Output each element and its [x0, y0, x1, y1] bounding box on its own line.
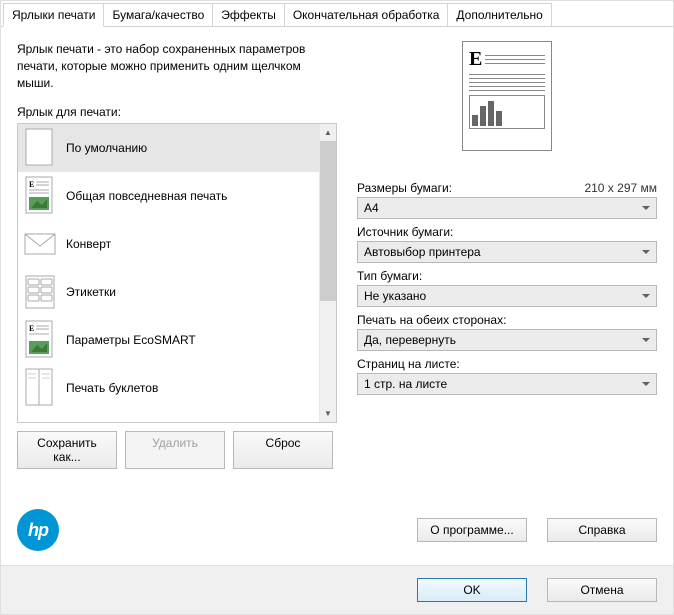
hp-logo-icon: hp — [17, 509, 59, 551]
paper-size-label: Размеры бумаги: — [357, 181, 452, 195]
list-item-label: Конверт — [66, 237, 111, 251]
page-document-icon: E — [24, 176, 56, 216]
save-as-button[interactable]: Сохранить как... — [17, 431, 117, 469]
delete-button: Удалить — [125, 431, 225, 469]
tab-effects[interactable]: Эффекты — [212, 3, 285, 26]
about-button[interactable]: О программе... — [417, 518, 527, 542]
tab-shortcuts[interactable]: Ярлыки печати — [3, 3, 104, 27]
booklet-icon — [24, 368, 56, 408]
tab-paper-quality[interactable]: Бумага/качество — [103, 3, 213, 26]
list-item-default[interactable]: По умолчанию — [18, 124, 336, 172]
paper-size-select[interactable]: A4 — [357, 197, 657, 219]
page-blank-icon — [24, 128, 56, 168]
paper-type-select[interactable]: Не указано — [357, 285, 657, 307]
list-label: Ярлык для печати: — [17, 105, 337, 119]
paper-type-label: Тип бумаги: — [357, 269, 422, 283]
list-item-label: Общая повседневная печать — [66, 189, 227, 203]
paper-source-label: Источник бумаги: — [357, 225, 453, 239]
reset-button[interactable]: Сброс — [233, 431, 333, 469]
list-item-label: Параметры EcoSMART — [66, 333, 196, 347]
scrollbar[interactable]: ▲ ▼ — [319, 124, 336, 422]
list-item-ecosmart[interactable]: E Параметры EcoSMART — [18, 316, 336, 364]
duplex-label: Печать на обеих сторонах: — [357, 313, 506, 327]
list-item-label: Печать буклетов — [66, 381, 158, 395]
tab-finishing[interactable]: Окончательная обработка — [284, 3, 449, 26]
page-eco-icon: E — [24, 320, 56, 360]
list-item-booklet[interactable]: Печать буклетов — [18, 364, 336, 412]
scroll-up-icon[interactable]: ▲ — [320, 124, 336, 141]
pages-per-sheet-label: Страниц на листе: — [357, 357, 460, 371]
tab-strip: Ярлыки печати Бумага/качество Эффекты Ок… — [1, 1, 673, 27]
shortcut-buttons: Сохранить как... Удалить Сброс — [17, 431, 337, 469]
list-item-envelope[interactable]: Конверт — [18, 220, 336, 268]
svg-text:E: E — [29, 180, 34, 189]
paper-source-select[interactable]: Автовыбор принтера — [357, 241, 657, 263]
print-properties-dialog: Ярлыки печати Бумага/качество Эффекты Ок… — [0, 0, 674, 615]
help-button[interactable]: Справка — [547, 518, 657, 542]
preview-chart-icon — [469, 95, 545, 129]
dialog-buttons: OK Отмена — [1, 565, 673, 614]
list-item-label: Этикетки — [66, 285, 116, 299]
pages-per-sheet-select[interactable]: 1 стр. на листе — [357, 373, 657, 395]
tab-panel: Ярлык печати - это набор сохраненных пар… — [1, 27, 673, 479]
left-column: Ярлык печати - это набор сохраненных пар… — [17, 41, 337, 469]
preview-e-icon: E — [469, 48, 482, 71]
list-item-everyday[interactable]: E Общая повседневная печать — [18, 172, 336, 220]
description-text: Ярлык печати - это набор сохраненных пар… — [17, 41, 337, 91]
hp-logo: hp — [17, 509, 59, 551]
list-item-labels[interactable]: Этикетки — [18, 268, 336, 316]
scroll-thumb[interactable] — [320, 141, 336, 301]
right-column: E Размеры бумаги: 210 x 297 мм A4 — [357, 41, 657, 469]
paper-size-dimensions: 210 x 297 мм — [584, 181, 657, 195]
scroll-down-icon[interactable]: ▼ — [320, 405, 336, 422]
page-preview: E — [462, 41, 552, 151]
duplex-select[interactable]: Да, перевернуть — [357, 329, 657, 351]
shortcuts-listbox[interactable]: По умолчанию E Общая повседневная печать… — [17, 123, 337, 423]
envelope-icon — [24, 224, 56, 264]
labels-icon — [24, 272, 56, 312]
tab-advanced[interactable]: Дополнительно — [447, 3, 551, 26]
svg-text:E: E — [29, 324, 34, 333]
footer: hp О программе... Справка — [1, 479, 673, 565]
list-item-label: По умолчанию — [66, 141, 147, 155]
listbox-inner: По умолчанию E Общая повседневная печать… — [18, 124, 336, 422]
